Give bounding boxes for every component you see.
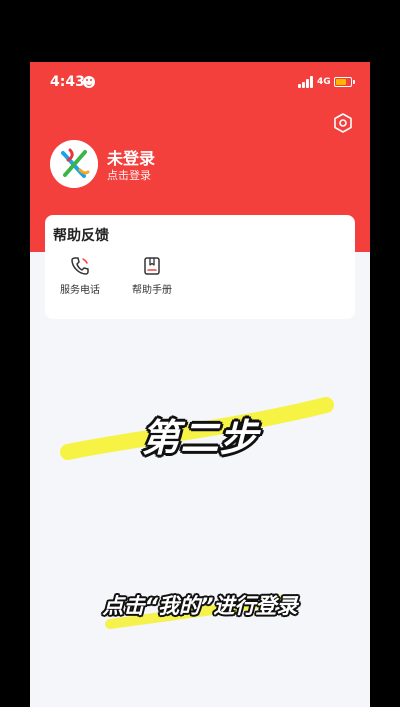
notification-smiley-icon <box>83 76 95 88</box>
help-manual-button[interactable]: 帮助手册 <box>121 251 183 309</box>
profile-login-area[interactable]: 未登录 点击登录 <box>50 140 310 192</box>
network-type: 4G <box>317 77 331 87</box>
hint-text: 点击“我的”进行登录 <box>102 594 298 618</box>
help-card-title: 帮助反馈 <box>53 228 109 244</box>
avatar[interactable] <box>50 140 98 188</box>
help-feedback-card: 帮助反馈 服务电话 帮助手册 <box>45 215 355 319</box>
manual-book-icon <box>144 257 160 275</box>
profile-name[interactable]: 未登录 <box>107 145 155 169</box>
hint-overlay: 点击“我的”进行登录 <box>30 582 370 632</box>
step-overlay: 第二步 <box>30 397 370 477</box>
service-phone-button[interactable]: 服务电话 <box>49 251 111 309</box>
phone-icon <box>71 257 89 275</box>
help-manual-label: 帮助手册 <box>132 285 172 296</box>
step-title: 第二步 <box>141 416 259 460</box>
signal-strength-icon <box>298 76 314 88</box>
settings-hexagon-icon <box>334 113 352 133</box>
phone-screen: 4:43 4G 未登录 点击登录 帮助反馈 服务电话 帮助手册 第二步 点击“我… <box>30 62 370 707</box>
settings-button[interactable] <box>332 112 354 134</box>
app-logo-icon <box>50 140 98 188</box>
service-phone-label: 服务电话 <box>60 285 100 296</box>
status-bar: 4:43 4G <box>30 62 370 104</box>
battery-level <box>336 79 346 85</box>
login-link[interactable]: 点击登录 <box>107 167 151 183</box>
battery-icon <box>334 77 355 87</box>
status-time: 4:43 <box>50 74 85 90</box>
